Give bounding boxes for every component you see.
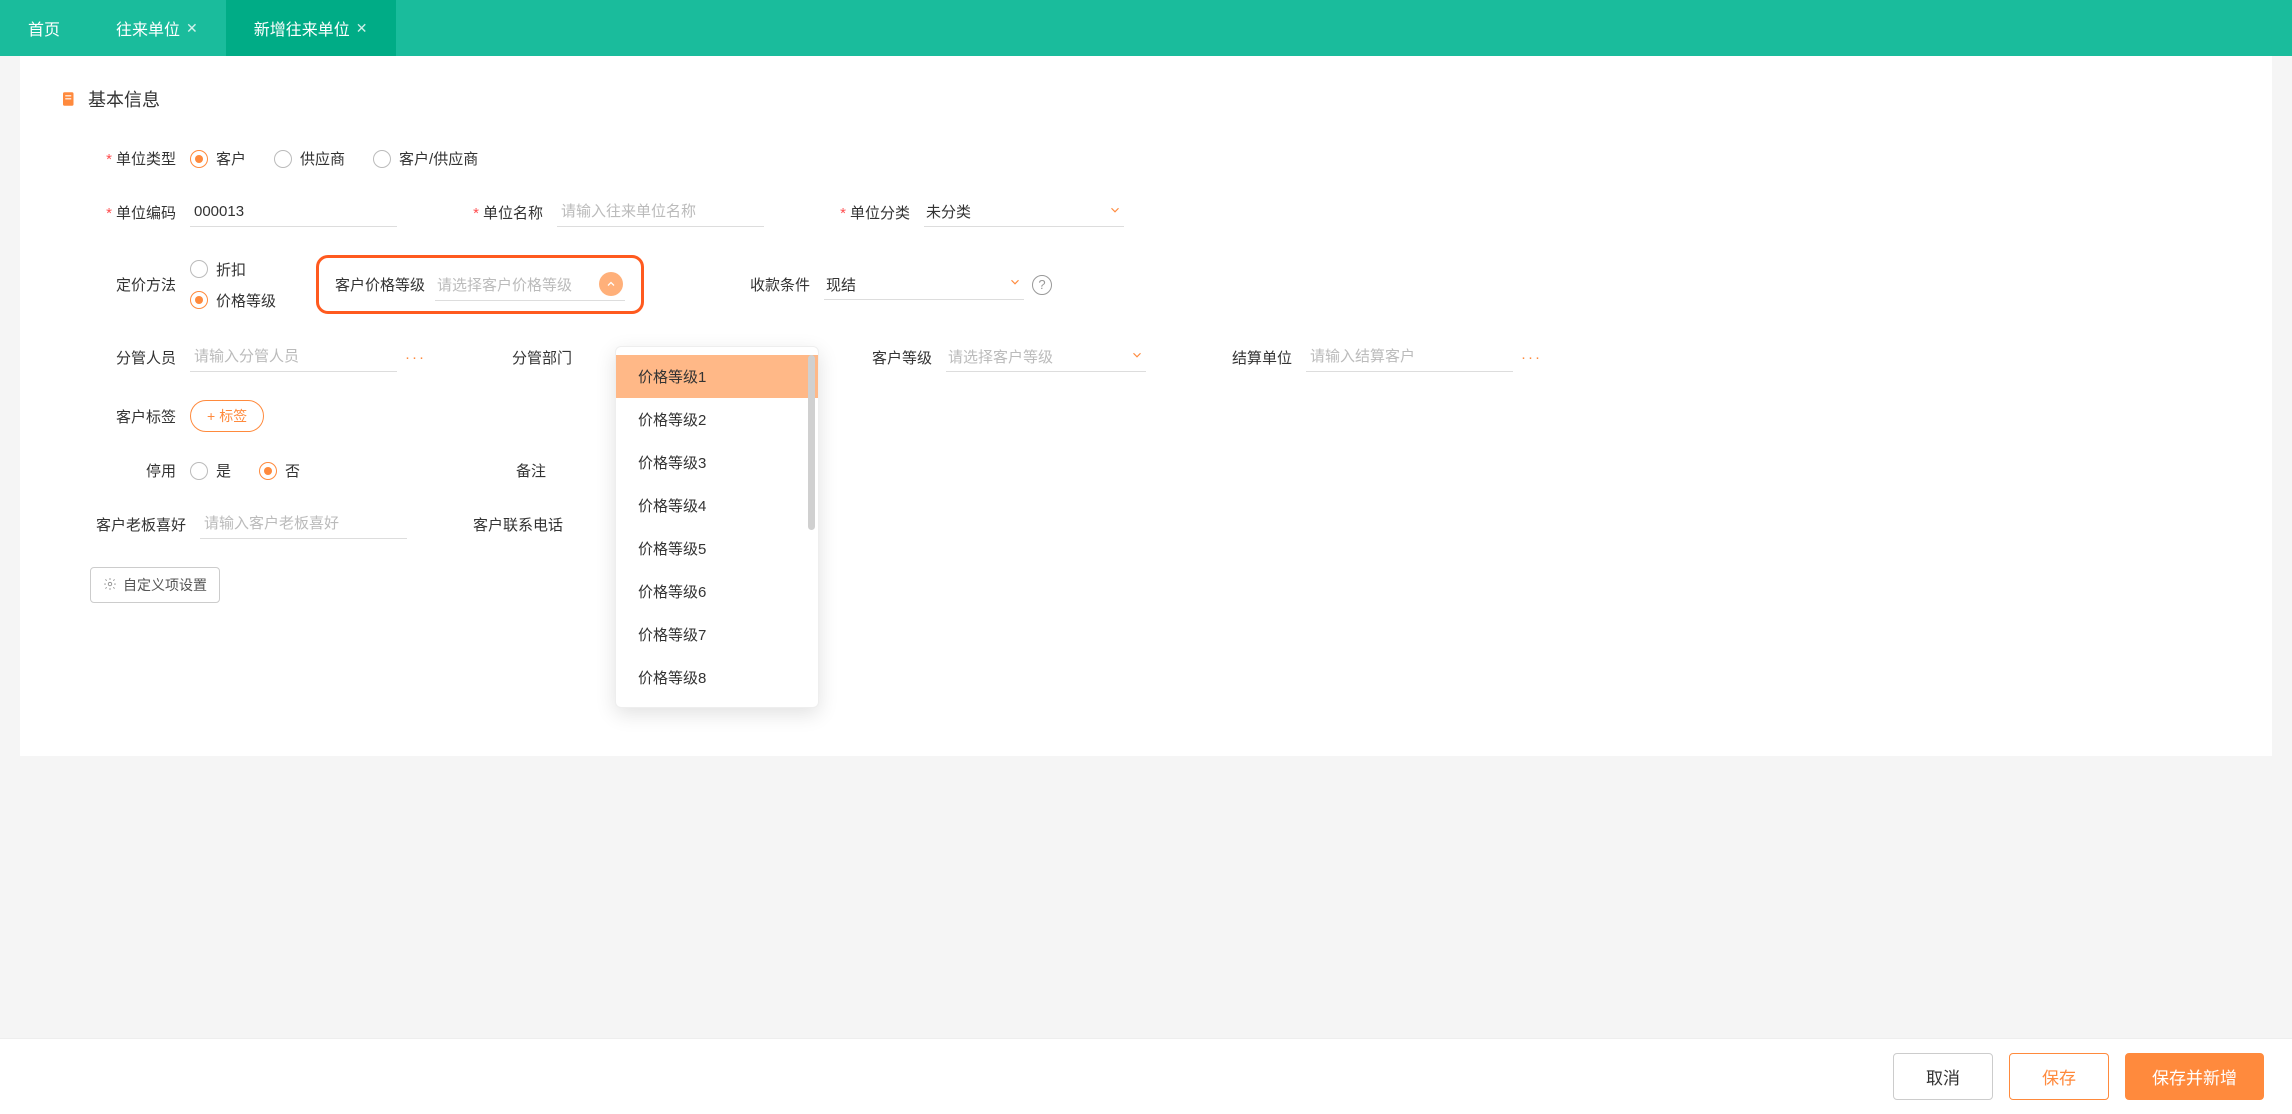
- help-icon[interactable]: ?: [1032, 275, 1052, 295]
- more-icon[interactable]: ···: [1513, 349, 1542, 366]
- chevron-down-icon: [1108, 203, 1122, 221]
- label-pricing-method: 定价方法: [116, 277, 176, 294]
- price-level-option[interactable]: 价格等级7: [616, 613, 818, 656]
- chevron-down-icon: [1008, 275, 1022, 293]
- tab-label: 新增往来单位: [254, 16, 350, 40]
- radio-discount[interactable]: 折扣: [190, 259, 276, 280]
- chevron-up-icon: [599, 272, 623, 296]
- price-level-option[interactable]: 价格等级3: [616, 441, 818, 484]
- section-title: 基本信息: [60, 86, 2232, 112]
- unit-type-radio-group: 客户 供应商 客户/供应商: [190, 148, 478, 169]
- add-tag-button[interactable]: +标签: [190, 400, 264, 432]
- radio-supplier[interactable]: 供应商: [274, 148, 345, 169]
- price-level-option[interactable]: 价格等级5: [616, 527, 818, 570]
- gear-icon: [103, 577, 117, 594]
- label-disabled: 停用: [146, 463, 176, 480]
- price-level-option[interactable]: 价格等级1: [616, 355, 818, 398]
- close-icon[interactable]: ✕: [186, 20, 198, 37]
- assignee-input[interactable]: [190, 342, 397, 372]
- customer-level-select[interactable]: 请选择客户等级: [946, 342, 1146, 372]
- tab-home[interactable]: 首页: [0, 0, 88, 56]
- label-assignee: 分管人员: [116, 350, 176, 367]
- label-unit-code: 单位编码: [116, 205, 176, 222]
- boss-hobby-input[interactable]: [200, 509, 407, 539]
- chevron-down-icon: [1130, 348, 1144, 366]
- label-remark: 备注: [516, 463, 546, 480]
- tab-label: 往来单位: [116, 16, 180, 40]
- label-unit-category: 单位分类: [850, 205, 910, 222]
- footer-bar: 取消 保存 保存并新增: [0, 1038, 2292, 1114]
- scrollbar[interactable]: [808, 355, 815, 530]
- payment-terms-select[interactable]: 现结: [824, 270, 1024, 300]
- label-settlement: 结算单位: [1232, 350, 1292, 367]
- tab-label: 首页: [28, 16, 60, 40]
- pricing-method-radio-group: 折扣 价格等级: [190, 259, 276, 311]
- unit-category-select[interactable]: 未分类: [924, 197, 1124, 227]
- label-unit-name: 单位名称: [483, 205, 543, 222]
- label-boss-hobby: 客户老板喜好: [96, 517, 186, 534]
- settlement-input[interactable]: [1306, 342, 1513, 372]
- radio-customer[interactable]: 客户: [190, 148, 246, 169]
- price-level-highlight: 客户价格等级 请选择客户价格等级: [316, 255, 644, 314]
- price-level-select[interactable]: 请选择客户价格等级: [435, 268, 625, 301]
- unit-code-input[interactable]: [190, 197, 397, 227]
- label-department: 分管部门: [512, 350, 572, 367]
- close-icon[interactable]: ✕: [356, 20, 368, 37]
- section-title-text: 基本信息: [88, 86, 160, 112]
- save-and-add-button[interactable]: 保存并新增: [2125, 1053, 2264, 1100]
- price-level-option[interactable]: 价格等级2: [616, 398, 818, 441]
- save-button[interactable]: 保存: [2009, 1053, 2109, 1100]
- price-level-option[interactable]: 价格等级6: [616, 570, 818, 613]
- page-content: 基本信息 *单位类型 客户 供应商 客户/供应商 *单位编码 *单位名称: [20, 56, 2272, 756]
- label-price-level: 客户价格等级: [335, 277, 425, 294]
- price-level-dropdown: 价格等级1价格等级2价格等级3价格等级4价格等级5价格等级6价格等级7价格等级8: [615, 346, 819, 708]
- label-customer-level: 客户等级: [872, 350, 932, 367]
- label-payment-terms: 收款条件: [750, 277, 810, 294]
- note-icon: [60, 90, 78, 108]
- plus-icon: +: [207, 408, 215, 424]
- label-unit-type: 单位类型: [116, 151, 176, 168]
- tab-add-contact[interactable]: 新增往来单位 ✕: [226, 0, 396, 56]
- radio-disabled-no[interactable]: 否: [259, 460, 300, 481]
- more-icon[interactable]: ···: [397, 349, 426, 366]
- custom-fields-button[interactable]: 自定义项设置: [90, 567, 220, 603]
- radio-disabled-yes[interactable]: 是: [190, 460, 231, 481]
- cancel-button[interactable]: 取消: [1893, 1053, 1993, 1100]
- radio-both[interactable]: 客户/供应商: [373, 148, 478, 169]
- tab-contacts[interactable]: 往来单位 ✕: [88, 0, 226, 56]
- label-contact-phone: 客户联系电话: [473, 517, 563, 534]
- dropdown-scroll[interactable]: 价格等级1价格等级2价格等级3价格等级4价格等级5价格等级6价格等级7价格等级8: [616, 355, 818, 699]
- price-level-option[interactable]: 价格等级4: [616, 484, 818, 527]
- unit-name-input[interactable]: [557, 197, 764, 227]
- radio-price-level[interactable]: 价格等级: [190, 290, 276, 311]
- tab-bar: 首页 往来单位 ✕ 新增往来单位 ✕: [0, 0, 2292, 56]
- price-level-option[interactable]: 价格等级8: [616, 656, 818, 699]
- label-customer-tag: 客户标签: [116, 409, 176, 426]
